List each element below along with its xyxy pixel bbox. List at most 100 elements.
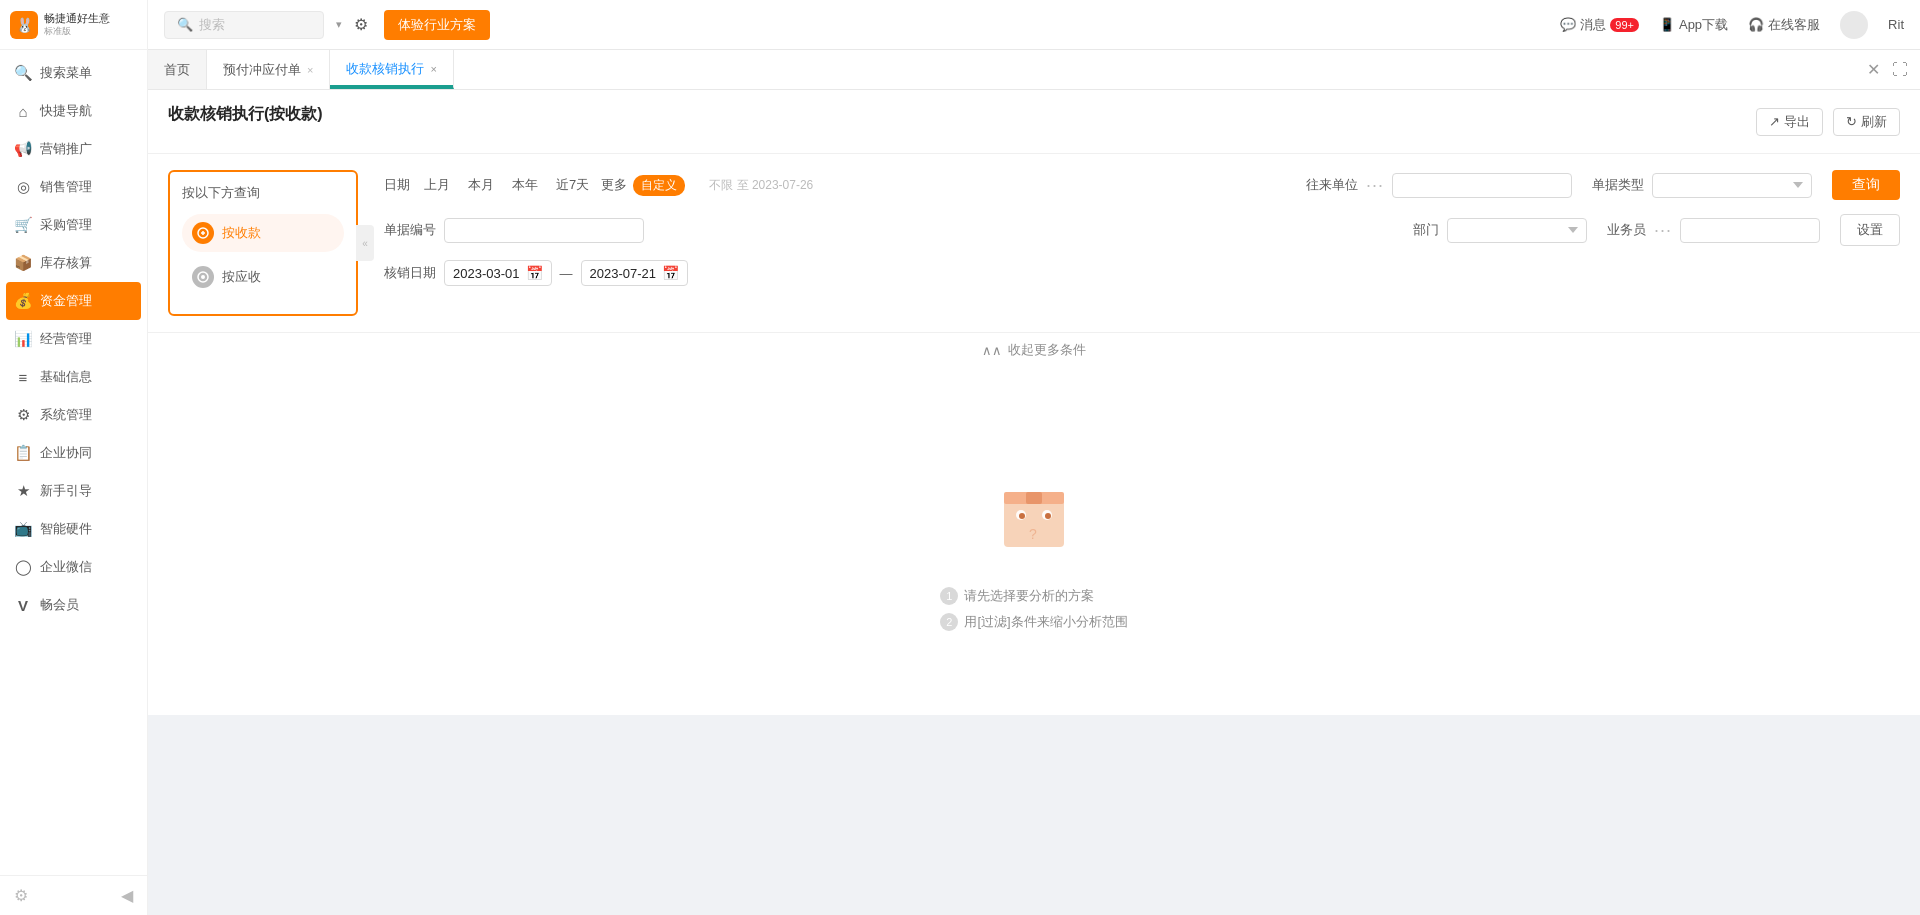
purchase-icon: 🛒 xyxy=(14,216,32,234)
date-7days-btn[interactable]: 近7天 xyxy=(550,174,595,196)
refresh-btn[interactable]: ↻ 刷新 xyxy=(1833,108,1900,136)
tab-home[interactable]: 首页 xyxy=(148,50,207,89)
svg-point-2 xyxy=(201,275,205,279)
tabbar-right: ✕ ⛶ xyxy=(1867,50,1920,89)
chevron-down-icon[interactable]: ▾ xyxy=(336,18,342,31)
tab-receipt-writeoff-close[interactable]: × xyxy=(430,63,436,75)
basic-info-icon: ≡ xyxy=(14,369,32,386)
date-this-year-btn[interactable]: 本年 xyxy=(506,174,544,196)
sidebar-item-smart-hw[interactable]: 📺 智能硬件 xyxy=(0,510,147,548)
refresh-icon: ↻ xyxy=(1846,114,1857,129)
date-range-separator: — xyxy=(560,266,573,281)
salesperson-label: 业务员 xyxy=(1607,221,1646,239)
app-icon: 📱 xyxy=(1659,17,1675,32)
sidebar-item-enterprise[interactable]: 📋 企业协同 xyxy=(0,434,147,472)
sidebar-item-quick-nav[interactable]: ⌂ 快捷导航 xyxy=(0,92,147,130)
page-header: 收款核销执行(按收款) ↗ 导出 ↻ 刷新 xyxy=(148,90,1920,154)
partner-dots: ··· xyxy=(1366,175,1384,196)
smart-hw-icon: 📺 xyxy=(14,520,32,538)
active-tab-indicator xyxy=(330,85,452,87)
writeoff-date-label: 核销日期 xyxy=(384,264,436,282)
sidebar-item-search-menu[interactable]: 🔍 搜索菜单 xyxy=(0,54,147,92)
settings-btn[interactable]: 设置 xyxy=(1840,214,1900,246)
calendar-end-icon[interactable]: 📅 xyxy=(662,265,679,281)
message-label: 消息 xyxy=(1580,16,1606,34)
empty-step-2-text: 用[过滤]条件来缩小分析范围 xyxy=(964,609,1127,635)
date-more-btn[interactable]: 更多 xyxy=(601,176,627,194)
writeoff-date-end: 2023-07-21 xyxy=(590,266,657,281)
svg-point-8 xyxy=(1019,513,1025,519)
collapse-arrow-icon: « xyxy=(362,238,368,249)
message-btn[interactable]: 💬 消息 99+ xyxy=(1560,16,1639,34)
sidebar-item-basic-info[interactable]: ≡ 基础信息 xyxy=(0,358,147,396)
export-btn[interactable]: ↗ 导出 xyxy=(1756,108,1823,136)
receivable-icon xyxy=(192,266,214,288)
salesperson-dots: ··· xyxy=(1654,220,1672,241)
filter-option-by-receipt[interactable]: 按收款 xyxy=(182,214,344,252)
guide-icon: ★ xyxy=(14,482,32,500)
sidebar-logo: 🐰 畅捷通好生意 标准版 xyxy=(0,0,147,50)
doc-type-field: 单据类型 xyxy=(1592,173,1812,198)
gear-icon[interactable]: ⚙ xyxy=(354,15,368,34)
search-icon: 🔍 xyxy=(14,64,32,82)
page-title: 收款核销执行(按收款) xyxy=(168,104,323,125)
writeoff-date-field: 核销日期 2023-03-01 📅 — 2023-07-21 xyxy=(384,260,688,286)
sidebar-item-label: 系统管理 xyxy=(40,406,92,424)
filter-option-label: 按收款 xyxy=(222,224,261,242)
tab-home-label: 首页 xyxy=(164,61,190,79)
sidebar-item-wechat[interactable]: ◯ 企业微信 xyxy=(0,548,147,586)
dept-select[interactable] xyxy=(1447,218,1587,243)
app-download-btn[interactable]: 📱 App下载 xyxy=(1659,16,1728,34)
collapse-up-icon: ∧∧ xyxy=(982,343,1002,358)
svg-point-9 xyxy=(1045,513,1051,519)
tab-receipt-writeoff[interactable]: 收款核销执行 × xyxy=(330,50,453,89)
tab-prepay-close[interactable]: × xyxy=(307,64,313,76)
sidebar-item-marketing[interactable]: 📢 营销推广 xyxy=(0,130,147,168)
doc-type-select[interactable] xyxy=(1652,173,1812,198)
message-icon: 💬 xyxy=(1560,17,1576,32)
solution-btn[interactable]: 体验行业方案 xyxy=(384,10,490,40)
sidebar-item-inventory[interactable]: 📦 库存核算 xyxy=(0,244,147,282)
writeoff-date-end-wrap[interactable]: 2023-07-21 📅 xyxy=(581,260,689,286)
sidebar-item-guide[interactable]: ★ 新手引导 xyxy=(0,472,147,510)
sidebar-settings-icon[interactable]: ⚙ xyxy=(14,886,28,905)
close-window-icon[interactable]: ✕ xyxy=(1867,60,1880,79)
sidebar-item-sales[interactable]: ◎ 销售管理 xyxy=(0,168,147,206)
sidebar-item-finance[interactable]: 💰 资金管理 xyxy=(6,282,141,320)
tab-prepay[interactable]: 预付冲应付单 × xyxy=(207,50,330,89)
home-icon: ⌂ xyxy=(14,103,32,120)
sidebar-item-member[interactable]: V 畅会员 xyxy=(0,586,147,624)
partner-input[interactable] xyxy=(1392,173,1572,198)
writeoff-date-start-wrap[interactable]: 2023-03-01 📅 xyxy=(444,260,552,286)
empty-steps: 1 请先选择要分析的方案 2 用[过滤]条件来缩小分析范围 xyxy=(940,583,1127,635)
date-label: 日期 xyxy=(384,176,410,194)
calendar-start-icon[interactable]: 📅 xyxy=(526,265,543,281)
date-custom-badge[interactable]: 自定义 xyxy=(633,175,685,196)
content-area: 收款核销执行(按收款) ↗ 导出 ↻ 刷新 按以 xyxy=(148,90,1920,915)
avatar xyxy=(1840,11,1868,39)
topbar: 🔍 搜索 ▾ ⚙ 体验行业方案 💬 消息 99+ 📱 App下载 🎧 在线客服 … xyxy=(148,0,1920,50)
step-num-1: 1 xyxy=(940,587,958,605)
sidebar-item-purchase[interactable]: 🛒 采购管理 xyxy=(0,206,147,244)
date-last-month-btn[interactable]: 上月 xyxy=(418,174,456,196)
sidebar-item-system[interactable]: ⚙ 系统管理 xyxy=(0,396,147,434)
filter-option-by-receivable[interactable]: 按应收 xyxy=(182,258,344,296)
partner-label: 往来单位 xyxy=(1306,176,1358,194)
filter-collapse-btn[interactable]: « xyxy=(356,225,374,261)
salesperson-input[interactable] xyxy=(1680,218,1820,243)
sidebar-item-label: 基础信息 xyxy=(40,368,92,386)
writeoff-date-range: 2023-03-01 📅 — 2023-07-21 📅 xyxy=(444,260,688,286)
query-btn[interactable]: 查询 xyxy=(1832,170,1900,200)
sidebar-item-label: 经营管理 xyxy=(40,330,92,348)
doc-no-input[interactable] xyxy=(444,218,644,243)
sidebar-collapse-icon[interactable]: ◀ xyxy=(121,886,133,905)
sidebar-item-operation[interactable]: 📊 经营管理 xyxy=(0,320,147,358)
collapse-more-bar[interactable]: ∧∧ 收起更多条件 xyxy=(148,332,1920,367)
sidebar-item-label: 快捷导航 xyxy=(40,102,92,120)
online-service-btn[interactable]: 🎧 在线客服 xyxy=(1748,16,1820,34)
topbar-search-box[interactable]: 🔍 搜索 xyxy=(164,11,324,39)
online-service-label: 在线客服 xyxy=(1768,16,1820,34)
date-this-month-btn[interactable]: 本月 xyxy=(462,174,500,196)
maximize-icon[interactable]: ⛶ xyxy=(1892,61,1908,79)
filter-left-panel: 按以下方查询 按收款 按应收 xyxy=(168,170,358,316)
